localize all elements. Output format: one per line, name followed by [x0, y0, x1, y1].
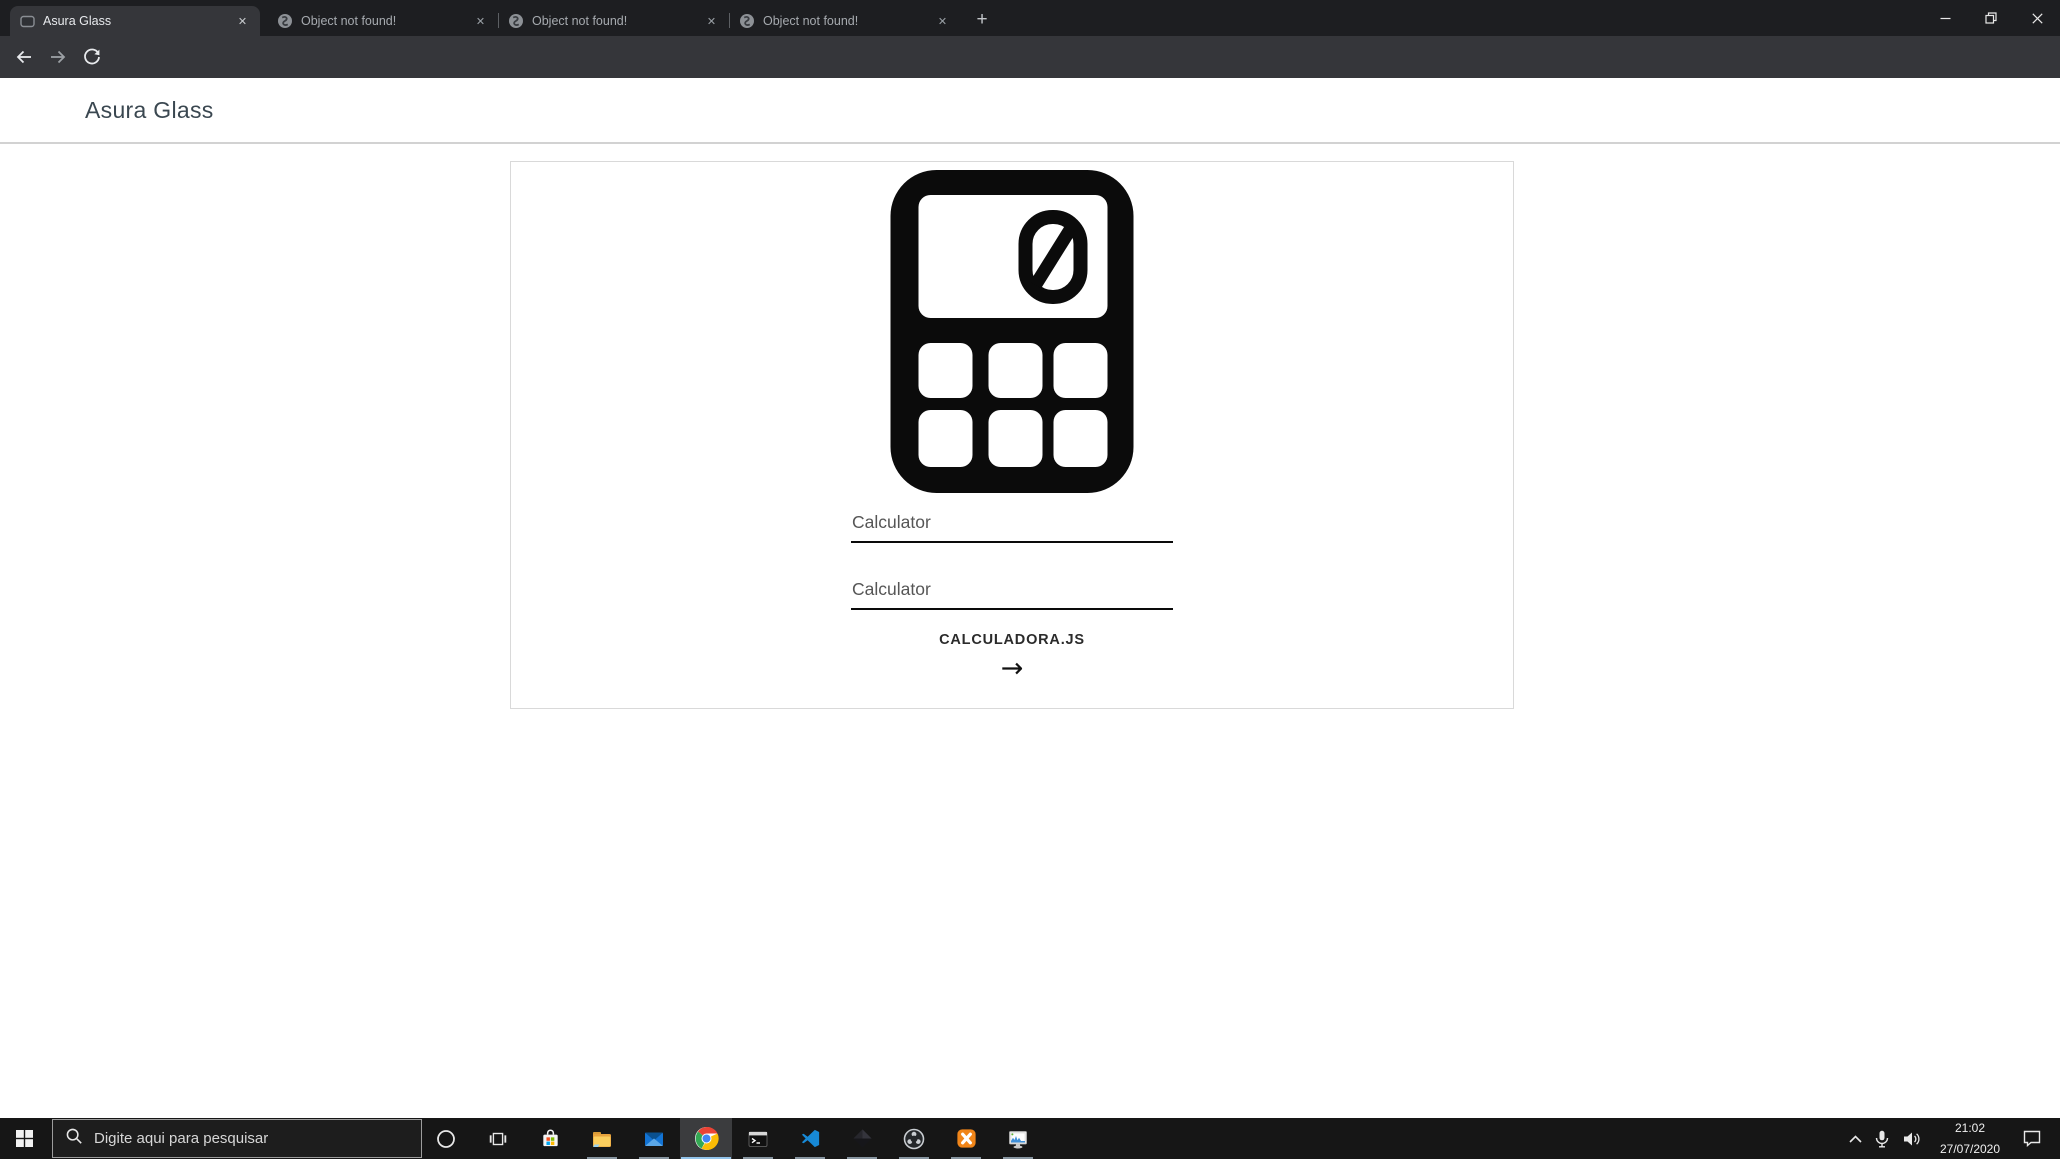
- windows-taskbar: 21:02 27/07/2020: [0, 1118, 2060, 1159]
- tab-object-not-found-3[interactable]: Object not found! ✕: [730, 6, 960, 36]
- default-favicon: [739, 13, 755, 29]
- tab-title: Asura Glass: [43, 14, 112, 28]
- taskbar-app-icons: [420, 1118, 1044, 1159]
- new-tab-button[interactable]: +: [968, 6, 996, 34]
- calculator-input-1[interactable]: [851, 512, 1173, 543]
- default-favicon: [508, 13, 524, 29]
- terminal-icon[interactable]: [732, 1118, 784, 1159]
- restore-button[interactable]: [1968, 0, 2014, 36]
- tray-chevron-icon[interactable]: [1842, 1118, 1868, 1159]
- tab-object-not-found-2[interactable]: Object not found! ✕: [499, 6, 729, 36]
- start-button[interactable]: [0, 1118, 48, 1159]
- tab-close-icon[interactable]: ✕: [234, 13, 251, 30]
- search-input[interactable]: [94, 1130, 394, 1147]
- task-view-icon[interactable]: [472, 1118, 524, 1159]
- microphone-icon[interactable]: [1868, 1118, 1896, 1159]
- site-header: Asura Glass: [0, 78, 2060, 144]
- tab-title: Object not found!: [301, 14, 397, 28]
- calculator-input-2[interactable]: [851, 579, 1173, 610]
- window-controls: [1922, 0, 2060, 36]
- mail-icon[interactable]: [628, 1118, 680, 1159]
- browser-toolbar: localhost/WebService/template/upload.htm…: [0, 36, 2060, 107]
- web-page: Asura Glass CALCULADORA.JS →: [0, 78, 2060, 1118]
- file-explorer-icon[interactable]: [576, 1118, 628, 1159]
- xampp-icon[interactable]: [940, 1118, 992, 1159]
- taskbar-search[interactable]: [52, 1119, 422, 1158]
- calculator-field-1: [851, 512, 1173, 543]
- speaker-icon[interactable]: [1896, 1118, 1930, 1159]
- reload-button[interactable]: [76, 41, 108, 73]
- obs-studio-icon[interactable]: [888, 1118, 940, 1159]
- vscode-icon[interactable]: [784, 1118, 836, 1159]
- tab-object-not-found-1[interactable]: Object not found! ✕: [268, 6, 498, 36]
- browser-tab-strip: Asura Glass ✕ Object not found! ✕ Object…: [0, 0, 2060, 36]
- tab-title: Object not found!: [532, 14, 628, 28]
- system-tray: 21:02 27/07/2020: [1842, 1118, 2060, 1159]
- tab-asura-glass[interactable]: Asura Glass ✕: [10, 6, 260, 36]
- submit-arrow-button[interactable]: →: [511, 654, 1513, 684]
- microsoft-store-icon[interactable]: [524, 1118, 576, 1159]
- calculator-card: CALCULADORA.JS →: [510, 161, 1514, 709]
- calculator-field-2: [851, 579, 1173, 610]
- calculator-icon: [890, 170, 1134, 498]
- action-center-icon[interactable]: [2010, 1118, 2054, 1159]
- task-manager-icon[interactable]: [992, 1118, 1044, 1159]
- page-title: Asura Glass: [85, 96, 214, 123]
- back-button[interactable]: [8, 41, 40, 73]
- calculadora-js-button[interactable]: CALCULADORA.JS: [511, 632, 1513, 648]
- cortana-icon[interactable]: [420, 1118, 472, 1159]
- clock-date: 27/07/2020: [1939, 1141, 2001, 1156]
- tab-close-icon[interactable]: ✕: [934, 13, 951, 30]
- site-favicon: [19, 13, 35, 29]
- chrome-icon[interactable]: [680, 1118, 732, 1159]
- tab-close-icon[interactable]: ✕: [703, 13, 720, 30]
- minimize-button[interactable]: [1922, 0, 1968, 36]
- forward-button[interactable]: [42, 41, 74, 73]
- tab-title: Object not found!: [763, 14, 859, 28]
- close-window-button[interactable]: [2014, 0, 2060, 36]
- taskbar-clock[interactable]: 21:02 27/07/2020: [1930, 1118, 2010, 1159]
- search-icon: [65, 1127, 83, 1150]
- tab-close-icon[interactable]: ✕: [472, 13, 489, 30]
- inkscape-icon[interactable]: [836, 1118, 888, 1159]
- clock-time: 21:02: [1954, 1121, 1986, 1136]
- default-favicon: [277, 13, 293, 29]
